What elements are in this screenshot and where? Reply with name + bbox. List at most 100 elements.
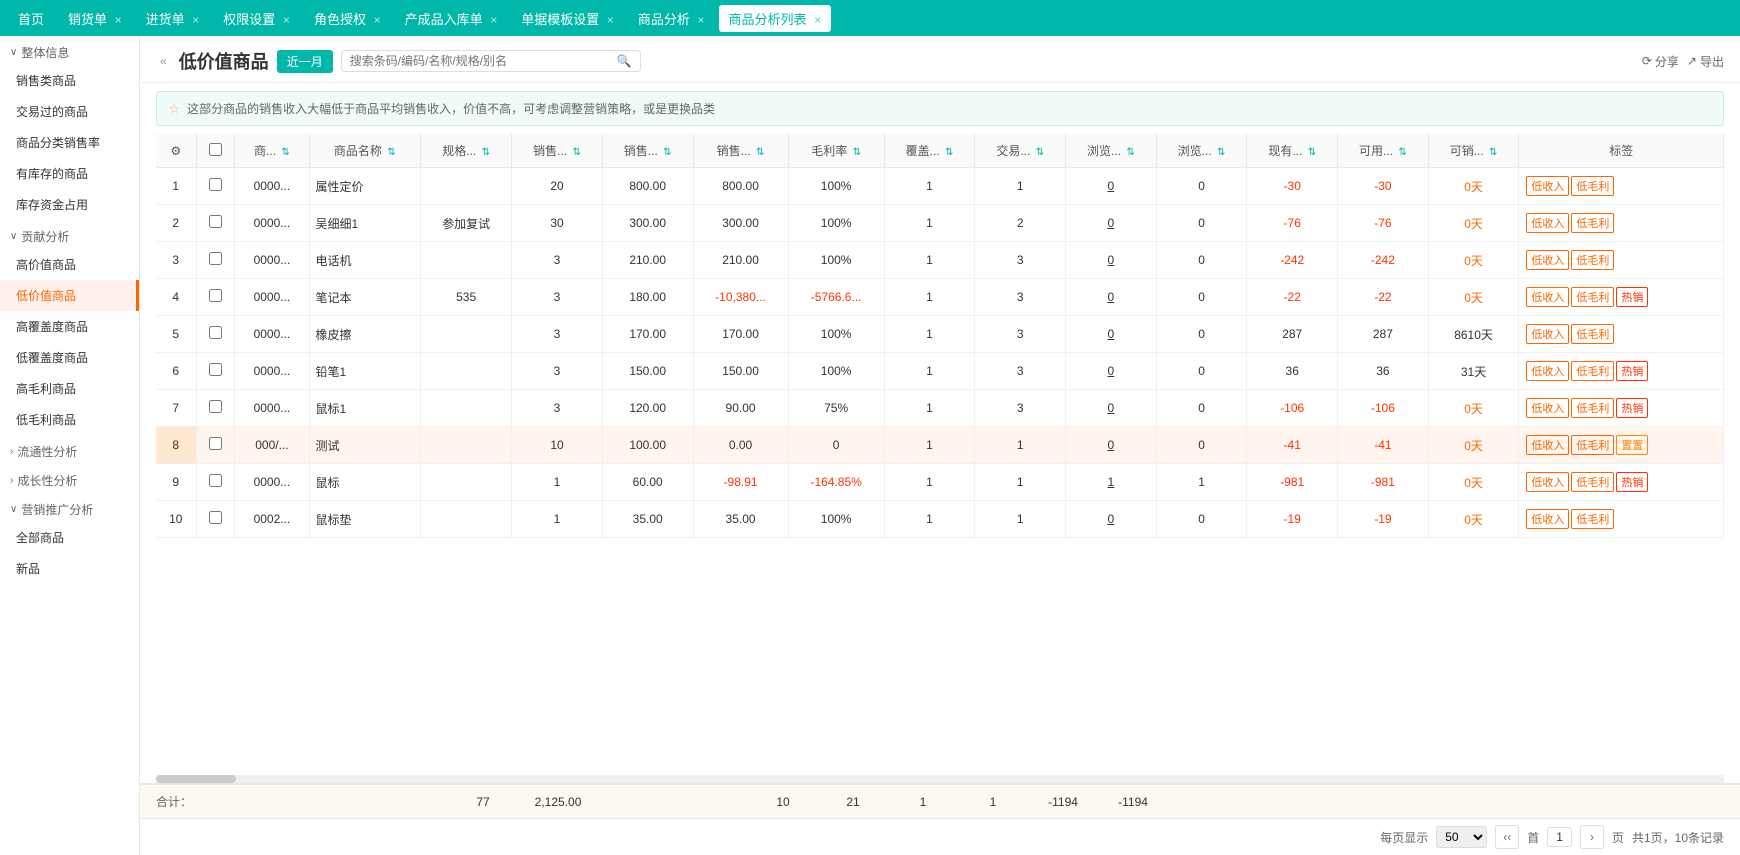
th-view1[interactable]: 浏览... ⇅ xyxy=(1066,134,1157,168)
row-checkbox[interactable] xyxy=(209,252,222,265)
view1-link[interactable]: 0 xyxy=(1108,401,1115,415)
view1-link[interactable]: 1 xyxy=(1108,475,1115,489)
row-checkbox[interactable] xyxy=(209,437,222,450)
cell-view1[interactable]: 0 xyxy=(1066,168,1157,205)
cell-checkbox[interactable] xyxy=(196,353,235,390)
sidebar-item-category-rate[interactable]: 商品分类销售率 xyxy=(0,127,139,158)
cell-checkbox[interactable] xyxy=(196,501,235,538)
sidebar-item-high-value[interactable]: 高价值商品 xyxy=(0,249,139,280)
cell-view1[interactable]: 1 xyxy=(1066,464,1157,501)
close-purchase-icon[interactable]: × xyxy=(192,13,199,27)
nav-purchase[interactable]: 进货单 × xyxy=(136,5,210,32)
h-scrollbar-track[interactable] xyxy=(156,775,1724,783)
nav-sales[interactable]: 销货单 × xyxy=(58,5,132,32)
sidebar-item-low-value[interactable]: 低价值商品 xyxy=(0,280,139,311)
nav-template[interactable]: 单据模板设置 × xyxy=(511,5,624,32)
search-icon[interactable]: 🔍 xyxy=(617,54,632,68)
th-stock2[interactable]: 可用... ⇅ xyxy=(1338,134,1429,168)
close-entry-icon[interactable]: × xyxy=(490,13,497,27)
row-checkbox[interactable] xyxy=(209,363,222,376)
cell-checkbox[interactable] xyxy=(196,279,235,316)
cell-view1[interactable]: 0 xyxy=(1066,501,1157,538)
close-permissions-icon[interactable]: × xyxy=(283,13,290,27)
view1-link[interactable]: 0 xyxy=(1108,364,1115,378)
th-name[interactable]: 商品名称 ⇅ xyxy=(309,134,421,168)
cell-checkbox[interactable] xyxy=(196,168,235,205)
cell-checkbox[interactable] xyxy=(196,316,235,353)
row-checkbox[interactable] xyxy=(209,474,222,487)
close-analysis-list-icon[interactable]: × xyxy=(814,13,821,27)
cell-checkbox[interactable] xyxy=(196,464,235,501)
view1-link[interactable]: 0 xyxy=(1108,512,1115,526)
close-template-icon[interactable]: × xyxy=(607,13,614,27)
view1-link[interactable]: 0 xyxy=(1108,438,1115,452)
sidebar-item-all-goods[interactable]: 全部商品 xyxy=(0,522,139,553)
cell-checkbox[interactable] xyxy=(196,427,235,464)
next-page-btn[interactable]: › xyxy=(1580,825,1604,849)
th-profit-rate[interactable]: 毛利率 ⇅ xyxy=(788,134,884,168)
th-sales1[interactable]: 销售... ⇅ xyxy=(602,134,693,168)
cell-checkbox[interactable] xyxy=(196,205,235,242)
sidebar-item-sales-goods[interactable]: 销售类商品 xyxy=(0,65,139,96)
per-page-select[interactable]: 50 100 200 xyxy=(1436,826,1487,848)
group-growth[interactable]: › 成长性分析 xyxy=(0,464,139,493)
th-coverage[interactable]: 覆盖... ⇅ xyxy=(884,134,975,168)
share-btn[interactable]: ⟳ 分享 xyxy=(1642,53,1679,70)
cell-view1[interactable]: 0 xyxy=(1066,279,1157,316)
sidebar-item-high-coverage[interactable]: 高覆盖度商品 xyxy=(0,311,139,342)
row-checkbox[interactable] xyxy=(209,400,222,413)
nav-permissions[interactable]: 权限设置 × xyxy=(213,5,300,32)
th-trade[interactable]: 交易... ⇅ xyxy=(975,134,1066,168)
cell-checkbox[interactable] xyxy=(196,242,235,279)
first-page-btn[interactable]: ‹‹ xyxy=(1495,825,1519,849)
th-settings[interactable]: ⚙ xyxy=(156,134,196,168)
group-marketing[interactable]: ∨ 营销推广分析 xyxy=(0,493,139,522)
search-bar[interactable]: 🔍 xyxy=(341,50,641,72)
cell-view1[interactable]: 0 xyxy=(1066,427,1157,464)
export-btn[interactable]: ↗ 导出 xyxy=(1687,53,1724,70)
view1-link[interactable]: 0 xyxy=(1108,327,1115,341)
sidebar-item-new-goods[interactable]: 新品 xyxy=(0,553,139,584)
th-sales2[interactable]: 销售... ⇅ xyxy=(693,134,788,168)
cell-view1[interactable]: 0 xyxy=(1066,242,1157,279)
group-liquidity[interactable]: › 流通性分析 xyxy=(0,435,139,464)
select-all-checkbox[interactable] xyxy=(209,143,222,156)
close-role-icon[interactable]: × xyxy=(374,13,381,27)
th-stock3[interactable]: 可销... ⇅ xyxy=(1428,134,1519,168)
view1-link[interactable]: 0 xyxy=(1108,179,1115,193)
cell-view1[interactable]: 0 xyxy=(1066,316,1157,353)
th-checkbox[interactable] xyxy=(196,134,235,168)
cell-view1[interactable]: 0 xyxy=(1066,353,1157,390)
row-checkbox[interactable] xyxy=(209,326,222,339)
th-view2[interactable]: 浏览... ⇅ xyxy=(1156,134,1247,168)
row-checkbox[interactable] xyxy=(209,511,222,524)
nav-goods-analysis-list[interactable]: 商品分析列表 × xyxy=(719,5,832,32)
row-checkbox[interactable] xyxy=(209,289,222,302)
cell-checkbox[interactable] xyxy=(196,390,235,427)
sidebar-item-traded-goods[interactable]: 交易过的商品 xyxy=(0,96,139,127)
h-scrollbar-thumb[interactable] xyxy=(156,775,236,783)
sidebar-item-stock-goods[interactable]: 有库存的商品 xyxy=(0,158,139,189)
cell-view1[interactable]: 0 xyxy=(1066,390,1157,427)
cell-view1[interactable]: 0 xyxy=(1066,205,1157,242)
th-code[interactable]: 商... ⇅ xyxy=(235,134,309,168)
th-stock1[interactable]: 现有... ⇅ xyxy=(1247,134,1338,168)
row-checkbox[interactable] xyxy=(209,215,222,228)
close-analysis-icon[interactable]: × xyxy=(697,13,704,27)
search-input[interactable] xyxy=(350,54,617,68)
sidebar-item-low-coverage[interactable]: 低覆盖度商品 xyxy=(0,342,139,373)
view1-link[interactable]: 0 xyxy=(1108,216,1115,230)
nav-goods-analysis[interactable]: 商品分析 × xyxy=(628,5,715,32)
view1-link[interactable]: 0 xyxy=(1108,253,1115,267)
sidebar-item-high-profit[interactable]: 高毛利商品 xyxy=(0,373,139,404)
nav-product-entry[interactable]: 产成品入库单 × xyxy=(395,5,508,32)
th-tags[interactable]: 标签 xyxy=(1519,134,1724,168)
nav-role-auth[interactable]: 角色授权 × xyxy=(304,5,391,32)
sidebar-item-low-profit[interactable]: 低毛利商品 xyxy=(0,404,139,435)
th-spec[interactable]: 规格... ⇅ xyxy=(421,134,512,168)
close-sales-icon[interactable]: × xyxy=(115,13,122,27)
nav-home[interactable]: 首页 xyxy=(8,5,54,32)
sidebar-collapse-btn[interactable]: « xyxy=(156,54,171,68)
group-contribution[interactable]: ∨ 贡献分析 xyxy=(0,220,139,249)
th-qty[interactable]: 销售... ⇅ xyxy=(512,134,603,168)
